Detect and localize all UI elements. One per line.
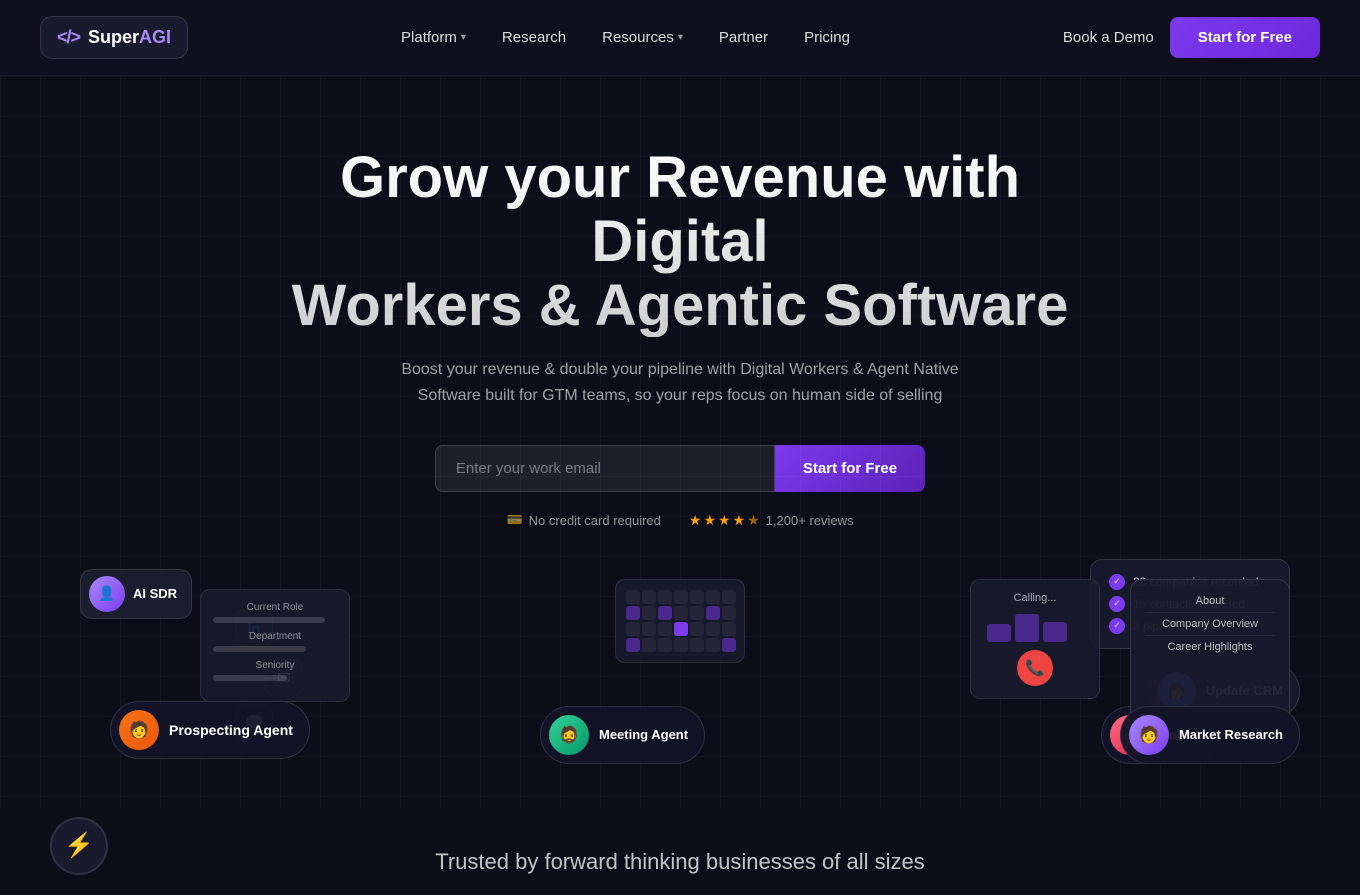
calendar-mockup bbox=[615, 579, 745, 663]
star-rating: ★ ★ ★ ★ ★ bbox=[689, 512, 760, 529]
cal-cell bbox=[690, 622, 704, 636]
trusted-section: ⚡ Trusted by forward thinking businesses… bbox=[0, 809, 1360, 895]
field-bar-dept bbox=[213, 646, 306, 652]
cal-cell bbox=[674, 606, 688, 620]
cal-cell bbox=[674, 638, 688, 652]
meeting-avatar: 🧔 bbox=[549, 715, 589, 755]
prospecting-avatar: 🧑 bbox=[119, 710, 159, 750]
trusted-title: Trusted by forward thinking businesses o… bbox=[40, 849, 1320, 875]
market-research-label: 🧑 Market Research bbox=[1120, 706, 1300, 764]
market-row-2: Company Overview bbox=[1145, 613, 1275, 636]
phone-bar bbox=[1043, 622, 1067, 642]
market-row-1: About bbox=[1145, 590, 1275, 613]
nav-pricing[interactable]: Pricing bbox=[804, 29, 850, 46]
ai-sdr-bubble: 👤 AI SDR bbox=[80, 569, 192, 619]
lightning-icon: ⚡ bbox=[64, 831, 94, 860]
reviews-badge: ★ ★ ★ ★ ★ 1,200+ reviews bbox=[689, 512, 854, 529]
chevron-down-icon: ▾ bbox=[461, 32, 466, 43]
nav-actions: Book a Demo Start for Free bbox=[1063, 17, 1320, 58]
cal-cell bbox=[706, 590, 720, 604]
cal-grid bbox=[626, 590, 734, 652]
phone-bar bbox=[987, 624, 1011, 642]
cal-cell bbox=[642, 606, 656, 620]
cal-cell bbox=[626, 622, 640, 636]
cal-cell bbox=[642, 638, 656, 652]
cal-cell bbox=[690, 590, 704, 604]
calling-status: Calling... bbox=[987, 592, 1083, 604]
cal-cell bbox=[642, 622, 656, 636]
field-label-role: Current Role bbox=[213, 602, 337, 613]
profile-field-seniority: Seniority bbox=[213, 660, 337, 681]
field-bar-seniority bbox=[213, 675, 287, 681]
cal-cell bbox=[658, 638, 672, 652]
star-4: ★ bbox=[733, 512, 746, 529]
meeting-agent-label: 🧔 Meeting Agent bbox=[540, 706, 705, 764]
star-3: ★ bbox=[718, 512, 731, 529]
check-icon-1: ✓ bbox=[1109, 574, 1125, 590]
book-demo-button[interactable]: Book a Demo bbox=[1063, 29, 1154, 46]
float-elements: 👤 AI SDR in ✉ 💬 Current Role Department … bbox=[40, 549, 1320, 769]
phone-bars bbox=[987, 612, 1083, 642]
start-free-button[interactable]: Start for Free bbox=[1170, 17, 1320, 58]
no-cc-badge: 💳 No credit card required bbox=[506, 512, 660, 528]
profile-field-role: Current Role bbox=[213, 602, 337, 623]
cal-cell bbox=[674, 590, 688, 604]
phone-mockup: Calling... 📞 bbox=[970, 579, 1100, 699]
field-label-dept: Department bbox=[213, 631, 337, 642]
cal-cell bbox=[690, 606, 704, 620]
check-icon-3: ✓ bbox=[1109, 618, 1125, 634]
cal-cell bbox=[706, 638, 720, 652]
hero-cta-button[interactable]: Start for Free bbox=[775, 445, 925, 492]
cal-cell bbox=[722, 638, 736, 652]
cal-cell bbox=[658, 622, 672, 636]
hero-form: Start for Free bbox=[40, 445, 1320, 492]
navigation: </> SuperAGI Platform ▾ Research Resourc… bbox=[0, 0, 1360, 76]
nav-platform[interactable]: Platform ▾ bbox=[401, 29, 466, 46]
profile-card: Current Role Department Seniority bbox=[200, 589, 350, 702]
hero-section: Grow your Revenue with Digital Workers &… bbox=[0, 76, 1360, 809]
hangup-button: 📞 bbox=[1017, 650, 1053, 686]
prospecting-agent-label: 🧑 Prospecting Agent bbox=[110, 701, 310, 759]
market-row-3: Career Highlights bbox=[1145, 636, 1275, 658]
nav-partner[interactable]: Partner bbox=[719, 29, 768, 46]
star-1: ★ bbox=[689, 512, 702, 529]
field-bar-role bbox=[213, 617, 325, 623]
star-5: ★ bbox=[747, 512, 760, 529]
cal-cell bbox=[626, 606, 640, 620]
cal-cell bbox=[706, 622, 720, 636]
chevron-down-icon: ▾ bbox=[678, 32, 683, 43]
cal-cell bbox=[706, 606, 720, 620]
logo[interactable]: </> SuperAGI bbox=[40, 16, 188, 59]
cal-cell bbox=[722, 622, 736, 636]
check-icon-2: ✓ bbox=[1109, 596, 1125, 612]
lightning-badge: ⚡ bbox=[50, 817, 108, 875]
market-research-avatar: 🧑 bbox=[1129, 715, 1169, 755]
field-label-seniority: Seniority bbox=[213, 660, 337, 671]
email-input[interactable] bbox=[435, 445, 775, 492]
phone-bar bbox=[1015, 614, 1039, 642]
cal-cell bbox=[626, 638, 640, 652]
cal-cell bbox=[722, 590, 736, 604]
star-2: ★ bbox=[703, 512, 716, 529]
cal-cell bbox=[674, 622, 688, 636]
ai-sdr-avatar: 👤 bbox=[89, 576, 125, 612]
nav-links: Platform ▾ Research Resources ▾ Partner … bbox=[401, 29, 850, 46]
logo-icon: </> bbox=[57, 27, 80, 48]
hero-subtext: Boost your revenue & double your pipelin… bbox=[400, 357, 960, 408]
hero-badges: 💳 No credit card required ★ ★ ★ ★ ★ 1,20… bbox=[40, 512, 1320, 529]
cal-cell bbox=[658, 590, 672, 604]
cal-cell bbox=[722, 606, 736, 620]
market-card-rows: About Company Overview Career Highlights bbox=[1145, 590, 1275, 658]
hero-headline: Grow your Revenue with Digital Workers &… bbox=[290, 146, 1070, 337]
no-cc-icon: 💳 bbox=[506, 512, 522, 528]
nav-research[interactable]: Research bbox=[502, 29, 566, 46]
cal-cell bbox=[642, 590, 656, 604]
nav-resources[interactable]: Resources ▾ bbox=[602, 29, 683, 46]
profile-field-dept: Department bbox=[213, 631, 337, 652]
cal-cell bbox=[658, 606, 672, 620]
cal-cell bbox=[690, 638, 704, 652]
logo-text: SuperAGI bbox=[88, 27, 171, 48]
cal-cell bbox=[626, 590, 640, 604]
